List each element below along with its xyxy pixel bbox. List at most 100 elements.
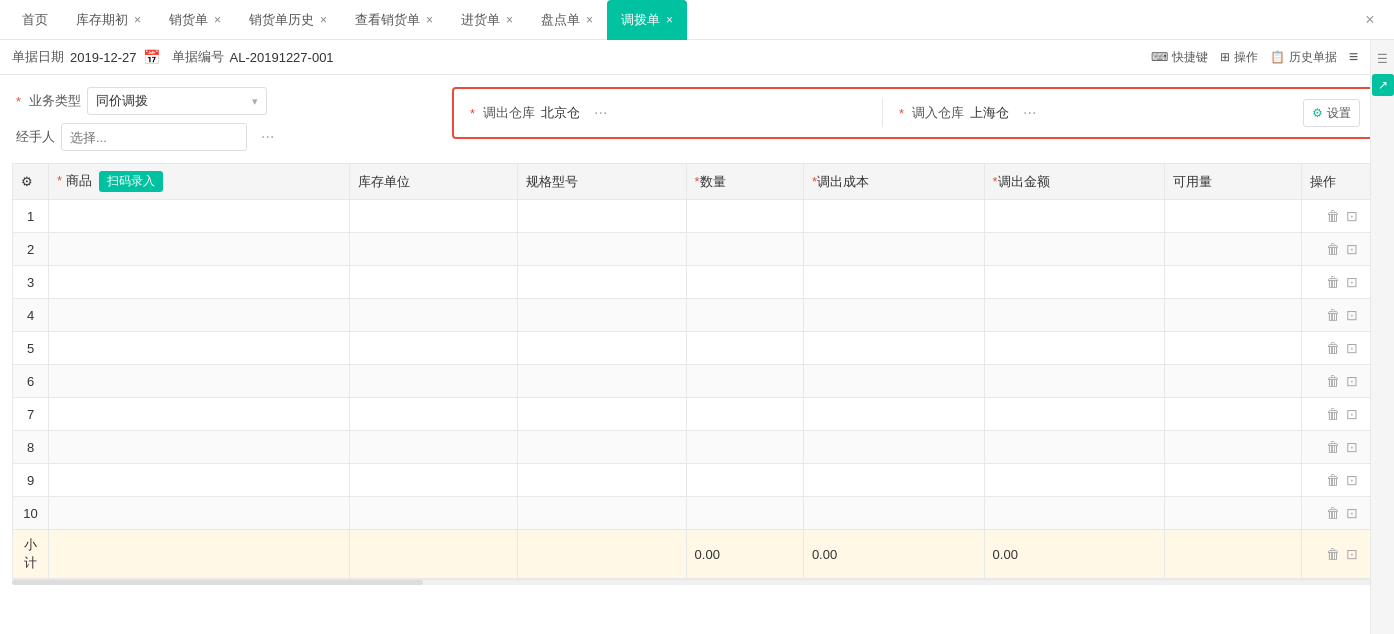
cell-cost[interactable] (803, 365, 984, 398)
cell-spec[interactable] (518, 464, 686, 497)
cell-spec[interactable] (518, 332, 686, 365)
tab-transfer-order[interactable]: 调拨单× (607, 0, 687, 40)
warehouse-out-more-icon[interactable]: ··· (594, 104, 607, 122)
cell-unit[interactable] (349, 530, 517, 579)
cell-unit[interactable] (349, 233, 517, 266)
cell-available[interactable] (1165, 365, 1302, 398)
cell-spec[interactable] (518, 497, 686, 530)
history-button[interactable]: 📋 历史单据 (1270, 49, 1337, 66)
cell-available[interactable] (1165, 266, 1302, 299)
operation-button[interactable]: ⊞ 操作 (1220, 49, 1258, 66)
cell-cost[interactable]: 0.00 (803, 530, 984, 579)
delete-row-button[interactable]: 🗑 (1323, 272, 1343, 292)
delete-row-button[interactable]: 🗑 (1323, 470, 1343, 490)
cell-cost[interactable] (803, 233, 984, 266)
cell-available[interactable] (1165, 431, 1302, 464)
cell-product[interactable] (49, 266, 350, 299)
sidebar-expand-button[interactable]: ↗ (1372, 74, 1394, 96)
copy-row-button[interactable]: ⊡ (1343, 338, 1361, 358)
cell-spec[interactable] (518, 530, 686, 579)
delete-row-button[interactable]: 🗑 (1323, 239, 1343, 259)
shortcut-button[interactable]: ⌨ 快捷键 (1151, 49, 1208, 66)
tab-home[interactable]: 首页 (8, 0, 62, 40)
cell-amount[interactable] (984, 497, 1165, 530)
business-type-select[interactable]: 同价调拨 ▾ (87, 87, 267, 115)
cell-qty[interactable] (686, 332, 803, 365)
delete-row-button[interactable]: 🗑 (1323, 437, 1343, 457)
tab-inventory-count[interactable]: 盘点单× (527, 0, 607, 40)
tab-purchase-order[interactable]: 进货单× (447, 0, 527, 40)
cell-qty[interactable] (686, 398, 803, 431)
cell-product[interactable] (49, 530, 350, 579)
settings-button[interactable]: ⚙ 设置 (1303, 99, 1360, 127)
cell-unit[interactable] (349, 332, 517, 365)
copy-row-button[interactable]: ⊡ (1343, 437, 1361, 457)
copy-row-button[interactable]: ⊡ (1343, 272, 1361, 292)
cell-product[interactable] (49, 431, 350, 464)
cell-unit[interactable] (349, 266, 517, 299)
tab-close-sales-order[interactable]: × (214, 13, 221, 27)
cell-spec[interactable] (518, 398, 686, 431)
cell-unit[interactable] (349, 497, 517, 530)
delete-row-button[interactable]: 🗑 (1323, 371, 1343, 391)
tab-sales-order[interactable]: 销货单× (155, 0, 235, 40)
cell-amount[interactable] (984, 266, 1165, 299)
cell-unit[interactable] (349, 464, 517, 497)
copy-row-button[interactable]: ⊡ (1343, 503, 1361, 523)
cell-qty[interactable] (686, 497, 803, 530)
cell-unit[interactable] (349, 200, 517, 233)
cell-product[interactable] (49, 332, 350, 365)
cell-amount[interactable] (984, 200, 1165, 233)
cell-cost[interactable] (803, 299, 984, 332)
cell-spec[interactable] (518, 431, 686, 464)
cell-available[interactable] (1165, 200, 1302, 233)
cell-amount[interactable] (984, 332, 1165, 365)
delete-row-button[interactable]: 🗑 (1323, 206, 1343, 226)
cell-cost[interactable] (803, 200, 984, 233)
cell-unit[interactable] (349, 398, 517, 431)
cell-amount[interactable] (984, 398, 1165, 431)
sidebar-list-view-button[interactable]: ☰ (1372, 48, 1394, 70)
cell-unit[interactable] (349, 431, 517, 464)
th-settings[interactable]: ⚙ (13, 164, 49, 200)
cell-product[interactable] (49, 398, 350, 431)
cell-cost[interactable] (803, 431, 984, 464)
cell-available[interactable] (1165, 332, 1302, 365)
cell-unit[interactable] (349, 365, 517, 398)
cell-product[interactable] (49, 464, 350, 497)
person-input[interactable] (61, 123, 247, 151)
cell-product[interactable] (49, 233, 350, 266)
cell-spec[interactable] (518, 233, 686, 266)
warehouse-in-more-icon[interactable]: ··· (1023, 104, 1036, 122)
tab-close-transfer-order[interactable]: × (666, 13, 673, 27)
cell-amount[interactable] (984, 464, 1165, 497)
cell-amount[interactable]: 0.00 (984, 530, 1165, 579)
tab-close-inventory-init[interactable]: × (134, 13, 141, 27)
cell-amount[interactable] (984, 431, 1165, 464)
calendar-icon[interactable]: 📅 (143, 49, 160, 65)
cell-amount[interactable] (984, 365, 1165, 398)
cell-product[interactable] (49, 200, 350, 233)
cell-amount[interactable] (984, 299, 1165, 332)
cell-qty[interactable] (686, 299, 803, 332)
cell-available[interactable] (1165, 398, 1302, 431)
cell-unit[interactable] (349, 299, 517, 332)
tab-sales-history[interactable]: 销货单历史× (235, 0, 341, 40)
copy-row-button[interactable]: ⊡ (1343, 371, 1361, 391)
tab-inventory-init[interactable]: 库存期初× (62, 0, 155, 40)
cell-cost[interactable] (803, 332, 984, 365)
cell-spec[interactable] (518, 266, 686, 299)
cell-available[interactable] (1165, 233, 1302, 266)
cell-qty[interactable] (686, 266, 803, 299)
tab-close-view-sales[interactable]: × (426, 13, 433, 27)
copy-row-button[interactable]: ⊡ (1343, 305, 1361, 325)
cell-cost[interactable] (803, 464, 984, 497)
cell-available[interactable] (1165, 464, 1302, 497)
window-close-button[interactable]: × (1354, 4, 1386, 36)
tab-close-purchase-order[interactable]: × (506, 13, 513, 27)
cell-qty[interactable] (686, 233, 803, 266)
scan-button[interactable]: 扫码录入 (99, 171, 163, 192)
cell-qty[interactable] (686, 200, 803, 233)
delete-row-button[interactable]: 🗑 (1323, 544, 1343, 564)
copy-row-button[interactable]: ⊡ (1343, 470, 1361, 490)
